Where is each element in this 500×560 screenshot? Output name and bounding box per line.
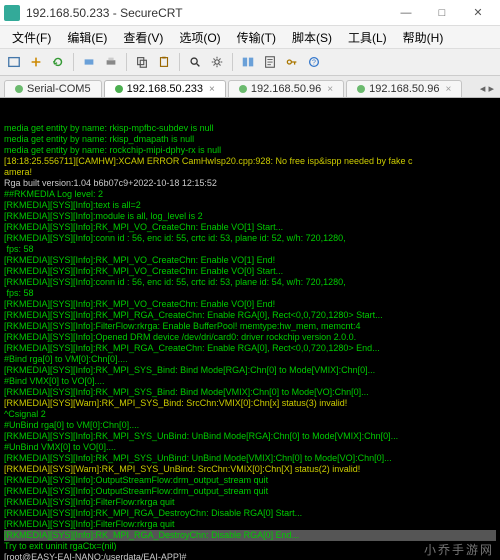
- watermark-text: 小乔手游网: [424, 545, 494, 556]
- terminal-line: [RKMEDIA][SYS][Info]:OutputStreamFlow:dr…: [4, 486, 496, 497]
- toolbar-print-icon[interactable]: [101, 52, 121, 72]
- tab-label: 192.168.50.233: [127, 83, 203, 95]
- terminal-line: [RKMEDIA][SYS][Warn]:RK_MPI_SYS_UnBind: …: [4, 464, 496, 475]
- terminal-line: [RKMEDIA][SYS][Info]:FilterFlow:rkrga: E…: [4, 321, 496, 332]
- terminal-line: [RKMEDIA][SYS][Info]:OutputStreamFlow:dr…: [4, 475, 496, 486]
- tab-label: 192.168.50.96: [369, 83, 439, 95]
- menu-view[interactable]: 查看(V): [115, 27, 171, 48]
- toolbar-separator: [73, 53, 74, 71]
- terminal-line: [RKMEDIA][SYS][Info]:conn id : 56, enc i…: [4, 233, 496, 244]
- terminal-line: [RKMEDIA][SYS][Info]:RK_MPI_RGA_CreateCh…: [4, 310, 496, 321]
- terminal-line: #UnBind VMX[0] to VO[0]....: [4, 442, 496, 453]
- window-controls: — □ ✕: [388, 0, 496, 26]
- terminal-line: media get entity by name: rkisp-mpfbc-su…: [4, 123, 496, 134]
- toolbar-paste-icon[interactable]: [154, 52, 174, 72]
- toolbar-find-icon[interactable]: [185, 52, 205, 72]
- terminal-line: [RKMEDIA][SYS][Info]:FilterFlow:rkrga qu…: [4, 519, 496, 530]
- toolbar-quickconnect-icon[interactable]: [26, 52, 46, 72]
- svg-text:?: ?: [312, 60, 316, 67]
- terminal-line: [RKMEDIA][SYS][Info]:Opened DRM device /…: [4, 332, 496, 343]
- terminal-line: [RKMEDIA][SYS][Info]:RK_MPI_SYS_UnBind: …: [4, 431, 496, 442]
- terminal-line: [RKMEDIA][SYS][Info]:RK_MPI_VO_CreateChn…: [4, 299, 496, 310]
- terminal-line: [RKMEDIA][SYS][Info]:RK_MPI_VO_CreateChn…: [4, 222, 496, 233]
- toolbar: ?: [0, 48, 500, 76]
- terminal-line: [RKMEDIA][SYS][Info]:text is all=2: [4, 200, 496, 211]
- terminal-line: [RKMEDIA][SYS][Info]:FilterFlow:rkrga qu…: [4, 497, 496, 508]
- menu-script[interactable]: 脚本(S): [284, 27, 340, 48]
- tab-serial-com5[interactable]: Serial-COM5: [4, 80, 102, 97]
- terminal-line: #Bind rga[0] to VM[0]:Chn[0]....: [4, 354, 496, 365]
- terminal-line: [RKMEDIA][SYS][Info]:RK_MPI_SYS_UnBind: …: [4, 453, 496, 464]
- tab-close-icon[interactable]: ×: [327, 84, 333, 95]
- toolbar-host-icon[interactable]: [79, 52, 99, 72]
- terminal-line: media get entity by name: rockchip-mipi-…: [4, 145, 496, 156]
- terminal-line: [RKMEDIA][SYS][Info]:conn id : 56, enc i…: [4, 277, 496, 288]
- app-icon: [4, 5, 20, 21]
- terminal-line: [RKMEDIA][SYS][Info]:RK_MPI_RGA_DestroyC…: [4, 530, 496, 541]
- close-button[interactable]: ✕: [460, 0, 496, 26]
- terminal-line: Try to exit uninit rgaCtx=(nil): [4, 541, 496, 552]
- toolbar-copy-icon[interactable]: [132, 52, 152, 72]
- toolbar-log-icon[interactable]: [260, 52, 280, 72]
- toolbar-options-icon[interactable]: [207, 52, 227, 72]
- tab-label: 192.168.50.96: [251, 83, 321, 95]
- tab-close-icon[interactable]: ×: [445, 84, 451, 95]
- terminal-line: [18:18:25.556711][CAMHW]:XCAM ERROR CamH…: [4, 156, 496, 167]
- terminal-line: [RKMEDIA][SYS][Info]:RK_MPI_RGA_CreateCh…: [4, 343, 496, 354]
- tab-label: Serial-COM5: [27, 83, 91, 95]
- toolbar-separator: [126, 53, 127, 71]
- terminal-line: #UnBind rga[0] to VM[0]:Chn[0]....: [4, 420, 496, 431]
- terminal-line: [root@EASY-EAI-NANO:/userdata/EAI-APP]#: [4, 552, 496, 560]
- terminal-line: [RKMEDIA][SYS][Info]:RK_MPI_VO_CreateChn…: [4, 266, 496, 277]
- menu-tools[interactable]: 工具(L): [340, 27, 395, 48]
- status-dot-icon: [239, 85, 247, 93]
- terminal-line: [RKMEDIA][SYS][Info]:RK_MPI_SYS_Bind: Bi…: [4, 365, 496, 376]
- terminal-line: media get entity by name: rkisp_dmapath …: [4, 134, 496, 145]
- toolbar-connect-icon[interactable]: [4, 52, 24, 72]
- tab-192-168-50-233[interactable]: 192.168.50.233 ×: [104, 80, 226, 97]
- tab-192-168-50-96-b[interactable]: 192.168.50.96 ×: [346, 80, 462, 97]
- terminal-line: [RKMEDIA][SYS][Info]:module is all, log_…: [4, 211, 496, 222]
- tab-scroll-arrows[interactable]: ◂ ▸: [474, 80, 500, 97]
- menu-options[interactable]: 选项(O): [171, 27, 228, 48]
- menu-transfer[interactable]: 传输(T): [229, 27, 284, 48]
- terminal-line: [RKMEDIA][SYS][Info]:RK_MPI_RGA_DestroyC…: [4, 508, 496, 519]
- terminal-line: fps: 58: [4, 288, 496, 299]
- toolbar-key-icon[interactable]: [282, 52, 302, 72]
- terminal-line: [RKMEDIA][SYS][Warn]:RK_MPI_SYS_Bind: Sr…: [4, 398, 496, 409]
- status-dot-icon: [357, 85, 365, 93]
- terminal-line: Rga built version:1.04 b6b07c9+2022-10-1…: [4, 178, 496, 189]
- toolbar-separator: [232, 53, 233, 71]
- terminal-line: amera!: [4, 167, 496, 178]
- terminal-line: ^Csignal 2: [4, 409, 496, 420]
- maximize-button[interactable]: □: [424, 0, 460, 26]
- terminal-line: ##RKMEDIA Log level: 2: [4, 189, 496, 200]
- tab-close-icon[interactable]: ×: [209, 84, 215, 95]
- window-title: 192.168.50.233 - SecureCRT: [26, 6, 388, 20]
- menu-help[interactable]: 帮助(H): [395, 27, 452, 48]
- status-dot-icon: [115, 85, 123, 93]
- menu-file[interactable]: 文件(F): [4, 27, 59, 48]
- terminal-output[interactable]: media get entity by name: rkisp-mpfbc-su…: [0, 98, 500, 560]
- minimize-button[interactable]: —: [388, 0, 424, 26]
- terminal-line: [RKMEDIA][SYS][Info]:RK_MPI_VO_CreateChn…: [4, 255, 496, 266]
- toolbar-reconnect-icon[interactable]: [48, 52, 68, 72]
- toolbar-help-icon[interactable]: ?: [304, 52, 324, 72]
- session-tab-bar: Serial-COM5 192.168.50.233 × 192.168.50.…: [0, 76, 500, 98]
- terminal-line: [RKMEDIA][SYS][Info]:RK_MPI_SYS_Bind: Bi…: [4, 387, 496, 398]
- status-dot-icon: [15, 85, 23, 93]
- terminal-line: #Bind VMX[0] to VO[0]....: [4, 376, 496, 387]
- toolbar-session-icon[interactable]: [238, 52, 258, 72]
- terminal-line: fps: 58: [4, 244, 496, 255]
- window-titlebar: 192.168.50.233 - SecureCRT — □ ✕: [0, 0, 500, 26]
- toolbar-separator: [179, 53, 180, 71]
- tab-192-168-50-96-a[interactable]: 192.168.50.96 ×: [228, 80, 344, 97]
- menu-edit[interactable]: 编辑(E): [59, 27, 115, 48]
- menu-bar: 文件(F) 编辑(E) 查看(V) 选项(O) 传输(T) 脚本(S) 工具(L…: [0, 26, 500, 48]
